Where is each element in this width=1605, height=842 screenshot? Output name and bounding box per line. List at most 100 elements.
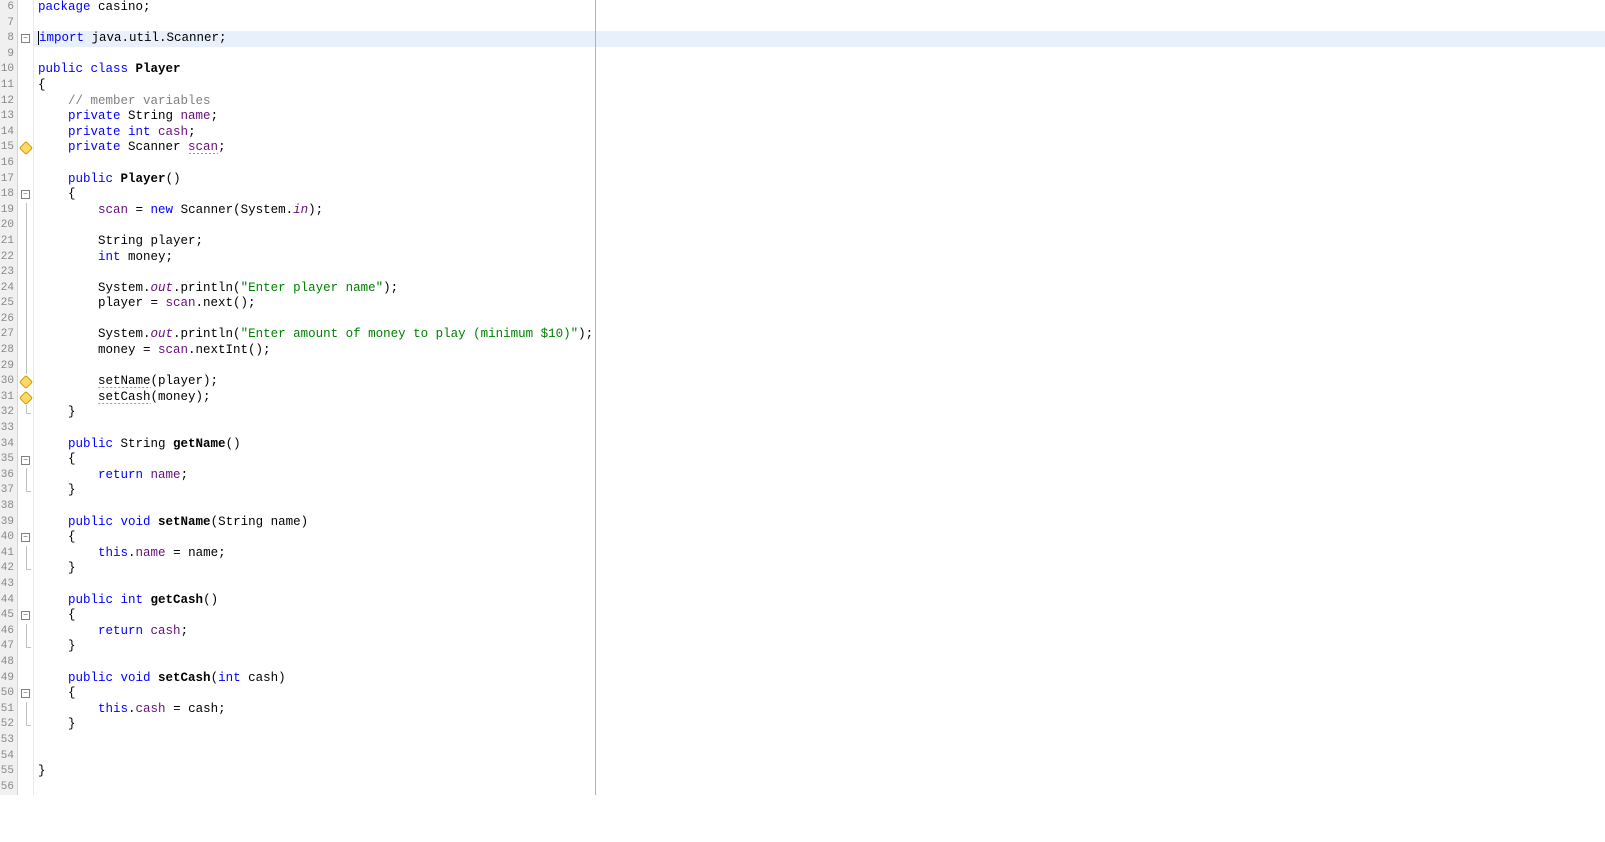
code-line[interactable]: } (34, 405, 1605, 421)
code-line[interactable]: package casino; (34, 0, 1605, 16)
code-line[interactable]: { (34, 530, 1605, 546)
code-line[interactable]: setCash(money); (34, 390, 1605, 406)
code-text (38, 172, 68, 186)
fold-guide (26, 312, 27, 328)
code-text (38, 125, 68, 139)
line-number: 24 (0, 281, 14, 297)
code-line[interactable] (34, 359, 1605, 375)
code-line[interactable]: player = scan.next(); (34, 296, 1605, 312)
code-text: { (38, 686, 76, 700)
field-ref: name (151, 468, 181, 482)
line-number: 49 (0, 671, 14, 687)
code-text: () (203, 593, 218, 607)
code-text: = name; (166, 546, 226, 560)
code-line[interactable] (34, 780, 1605, 796)
code-line[interactable]: import java.util.Scanner; (34, 31, 1605, 47)
fold-cell (18, 296, 33, 312)
code-line[interactable] (34, 499, 1605, 515)
code-line[interactable]: public int getCash() (34, 593, 1605, 609)
code-text: } (38, 561, 76, 575)
code-line[interactable] (34, 733, 1605, 749)
code-line[interactable]: this.cash = cash; (34, 702, 1605, 718)
code-line[interactable]: } (34, 717, 1605, 733)
line-number: 56 (0, 780, 14, 796)
code-line[interactable]: System.out.println("Enter amount of mone… (34, 327, 1605, 343)
fold-cell (18, 109, 33, 125)
fold-toggle-icon[interactable]: − (21, 190, 30, 199)
code-text (143, 624, 151, 638)
code-text: .println( (173, 327, 241, 341)
code-line[interactable]: } (34, 639, 1605, 655)
line-number: 17 (0, 172, 14, 188)
code-line[interactable]: return name; (34, 468, 1605, 484)
fold-cell (18, 390, 33, 406)
fold-cell (18, 639, 33, 655)
code-line[interactable]: { (34, 608, 1605, 624)
code-line[interactable] (34, 156, 1605, 172)
fold-guide-end (26, 647, 31, 648)
fold-toggle-icon[interactable]: − (21, 689, 30, 698)
code-line[interactable]: setName(player); (34, 374, 1605, 390)
line-number: 23 (0, 265, 14, 281)
code-line[interactable]: } (34, 764, 1605, 780)
code-line[interactable]: public String getName() (34, 437, 1605, 453)
warning-icon[interactable] (18, 375, 32, 389)
code-text (38, 437, 68, 451)
code-line[interactable]: money = scan.nextInt(); (34, 343, 1605, 359)
fold-cell (18, 671, 33, 687)
line-number: 45 (0, 608, 14, 624)
line-number: 38 (0, 499, 14, 515)
line-number: 33 (0, 421, 14, 437)
fold-guide (26, 343, 27, 359)
code-line[interactable] (34, 265, 1605, 281)
warning-icon[interactable] (18, 141, 32, 155)
line-number: 10 (0, 62, 14, 78)
code-line[interactable]: { (34, 187, 1605, 203)
fold-toggle-icon[interactable]: − (21, 34, 30, 43)
code-line[interactable]: { (34, 78, 1605, 94)
warning-icon[interactable] (18, 391, 32, 405)
code-text (38, 94, 68, 108)
code-line[interactable]: private int cash; (34, 125, 1605, 141)
code-text: String player; (38, 234, 203, 248)
code-area[interactable]: package casino; import java.util.Scanner;… (34, 0, 1605, 795)
fold-cell (18, 483, 33, 499)
code-line[interactable]: public void setName(String name) (34, 515, 1605, 531)
code-text (38, 140, 68, 154)
code-line[interactable]: System.out.println("Enter player name"); (34, 281, 1605, 297)
code-line[interactable]: String player; (34, 234, 1605, 250)
code-text: ; (211, 109, 219, 123)
code-line[interactable]: public Player() (34, 172, 1605, 188)
code-line[interactable]: } (34, 483, 1605, 499)
line-number: 20 (0, 218, 14, 234)
code-line[interactable] (34, 749, 1605, 765)
code-line[interactable] (34, 218, 1605, 234)
code-line[interactable]: // member variables (34, 94, 1605, 110)
code-line[interactable] (34, 16, 1605, 32)
code-line[interactable]: private String name; (34, 109, 1605, 125)
code-line[interactable] (34, 312, 1605, 328)
code-line[interactable] (34, 421, 1605, 437)
fold-toggle-icon[interactable]: − (21, 611, 30, 620)
fold-cell (18, 717, 33, 733)
code-text: ; (218, 140, 226, 154)
code-line[interactable] (34, 577, 1605, 593)
code-line[interactable]: public void setCash(int cash) (34, 671, 1605, 687)
code-line[interactable] (34, 47, 1605, 63)
code-line[interactable]: public class Player (34, 62, 1605, 78)
code-line[interactable]: scan = new Scanner(System.in); (34, 203, 1605, 219)
code-line[interactable]: return cash; (34, 624, 1605, 640)
fold-toggle-icon[interactable]: − (21, 456, 30, 465)
code-line[interactable] (34, 655, 1605, 671)
fold-cell (18, 94, 33, 110)
fold-cell (18, 312, 33, 328)
fold-guide (26, 218, 27, 234)
code-line[interactable]: } (34, 561, 1605, 577)
code-line[interactable]: int money; (34, 250, 1605, 266)
code-line[interactable]: { (34, 686, 1605, 702)
fold-guide (26, 405, 27, 413)
code-line[interactable]: private Scanner scan; (34, 140, 1605, 156)
fold-toggle-icon[interactable]: − (21, 533, 30, 542)
code-line[interactable]: this.name = name; (34, 546, 1605, 562)
code-line[interactable]: { (34, 452, 1605, 468)
